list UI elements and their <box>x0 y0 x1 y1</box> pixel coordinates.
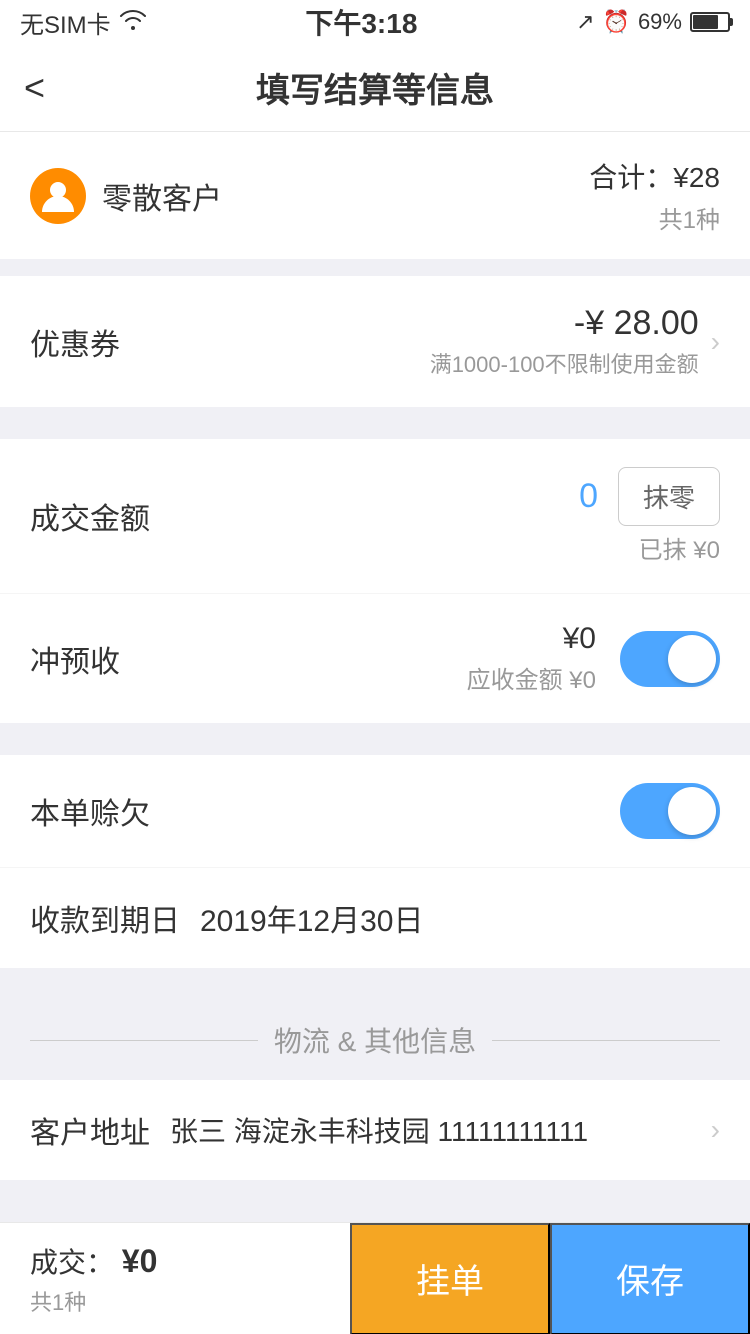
bottom-info: 成交： ¥0 共1种 <box>0 1241 350 1317</box>
customer-left: 零散客户 <box>30 168 222 224</box>
wifi-icon <box>119 8 147 37</box>
prepay-row: 冲预收 ¥0 应收金额 ¥0 <box>0 594 750 723</box>
due-date-value[interactable]: 2019年12月30日 <box>200 896 423 940</box>
time-display: 下午3:18 <box>305 2 417 42</box>
section-divider-1 <box>0 423 750 439</box>
page-title: 填写结算等信息 <box>256 63 494 112</box>
coupon-desc: 满1000-100不限制使用金额 <box>430 347 699 379</box>
deal-amount-controls: 0 抹零 <box>538 467 720 526</box>
battery-icon <box>690 12 730 32</box>
address-label: 客户地址 <box>30 1108 150 1152</box>
save-button[interactable]: 保存 <box>550 1223 750 1334</box>
coupon-amount: -¥ 28.00 <box>430 304 699 343</box>
coupon-row[interactable]: 优惠券 -¥ 28.00 满1000-100不限制使用金额 › <box>0 276 750 407</box>
carrier-label: 无SIM卡 <box>20 5 111 40</box>
section-divider-2 <box>0 739 750 755</box>
battery-percent: 69% <box>638 9 682 35</box>
deal-amount-sub: 已抹 ¥0 <box>538 530 720 565</box>
due-date-label: 收款到期日 <box>30 896 180 940</box>
status-right: ↗ ⏰ 69% <box>576 9 730 35</box>
bottom-bar: 成交： ¥0 共1种 挂单 保存 <box>0 1222 750 1334</box>
transaction-section: 成交金额 0 抹零 已抹 ¥0 冲预收 ¥0 应收金额 ¥0 <box>0 439 750 723</box>
round-down-button[interactable]: 抹零 <box>618 467 720 526</box>
customer-count: 共1种 <box>589 200 720 235</box>
deal-amount-row: 成交金额 0 抹零 已抹 ¥0 <box>0 439 750 594</box>
person-icon <box>40 178 76 214</box>
content-area: 零散客户 合计：¥28 共1种 优惠券 -¥ 28.00 满1000-100不限… <box>0 132 750 1316</box>
customer-avatar <box>30 168 86 224</box>
status-left: 无SIM卡 <box>20 5 147 40</box>
bottom-deal-line: 成交： ¥0 <box>30 1241 320 1281</box>
back-button[interactable]: < <box>24 67 45 109</box>
deal-amount-value[interactable]: 0 <box>538 477 598 516</box>
alarm-icon: ⏰ <box>603 9 630 35</box>
status-bar: 无SIM卡 下午3:18 ↗ ⏰ 69% <box>0 0 750 44</box>
logistics-section: 物流 & 其他信息 <box>0 1000 750 1080</box>
customer-summary: 合计：¥28 共1种 <box>589 156 720 235</box>
due-date-row: 收款到期日 2019年12月30日 <box>0 867 750 968</box>
debit-toggle-knob <box>668 787 716 835</box>
customer-total: 合计：¥28 <box>589 156 720 196</box>
bottom-deal-amount: ¥0 <box>122 1243 158 1279</box>
address-chevron-icon: › <box>711 1114 720 1146</box>
bottom-deal-label: 成交： <box>30 1247 114 1278</box>
coupon-right: -¥ 28.00 满1000-100不限制使用金额 › <box>430 304 720 379</box>
chevron-right-icon: › <box>711 326 720 358</box>
address-row[interactable]: 客户地址 张三 海淀永丰科技园 11111111111 › <box>0 1080 750 1180</box>
prepay-toggle[interactable] <box>620 631 720 687</box>
section-divider-3 <box>0 984 750 1000</box>
debit-row: 本单赊欠 <box>0 755 750 867</box>
deal-amount-right: 0 抹零 已抹 ¥0 <box>538 467 720 565</box>
prepay-amount-col: ¥0 应收金额 ¥0 <box>467 622 596 695</box>
logistics-line-right <box>492 1040 720 1041</box>
logistics-line-left <box>30 1040 258 1041</box>
customer-row: 零散客户 合计：¥28 共1种 <box>0 132 750 260</box>
deal-amount-label: 成交金额 <box>30 494 150 538</box>
coupon-info: -¥ 28.00 满1000-100不限制使用金额 <box>430 304 699 379</box>
nav-bar: < 填写结算等信息 <box>0 44 750 132</box>
prepay-label: 冲预收 <box>30 637 120 681</box>
address-card[interactable]: 客户地址 张三 海淀永丰科技园 11111111111 › <box>0 1080 750 1180</box>
address-value: 张三 海淀永丰科技园 11111111111 <box>170 1110 711 1150</box>
bottom-count: 共1种 <box>30 1285 320 1317</box>
coupon-card[interactable]: 优惠券 -¥ 28.00 满1000-100不限制使用金额 › <box>0 276 750 407</box>
customer-card: 零散客户 合计：¥28 共1种 <box>0 132 750 260</box>
address-chevron: › <box>711 1114 720 1146</box>
hang-order-button[interactable]: 挂单 <box>350 1223 550 1334</box>
customer-name: 零散客户 <box>102 174 222 218</box>
debit-label: 本单赊欠 <box>30 789 150 833</box>
prepay-amount: ¥0 <box>467 622 596 656</box>
toggle-knob <box>668 635 716 683</box>
debit-toggle[interactable] <box>620 783 720 839</box>
coupon-label: 优惠券 <box>30 320 120 364</box>
logistics-header: 物流 & 其他信息 <box>0 1000 750 1080</box>
debit-section: 本单赊欠 收款到期日 2019年12月30日 <box>0 755 750 968</box>
logistics-title: 物流 & 其他信息 <box>274 1020 476 1060</box>
location-icon: ↗ <box>576 9 594 35</box>
prepay-right: ¥0 应收金额 ¥0 <box>467 622 720 695</box>
prepay-sub: 应收金额 ¥0 <box>467 660 596 695</box>
